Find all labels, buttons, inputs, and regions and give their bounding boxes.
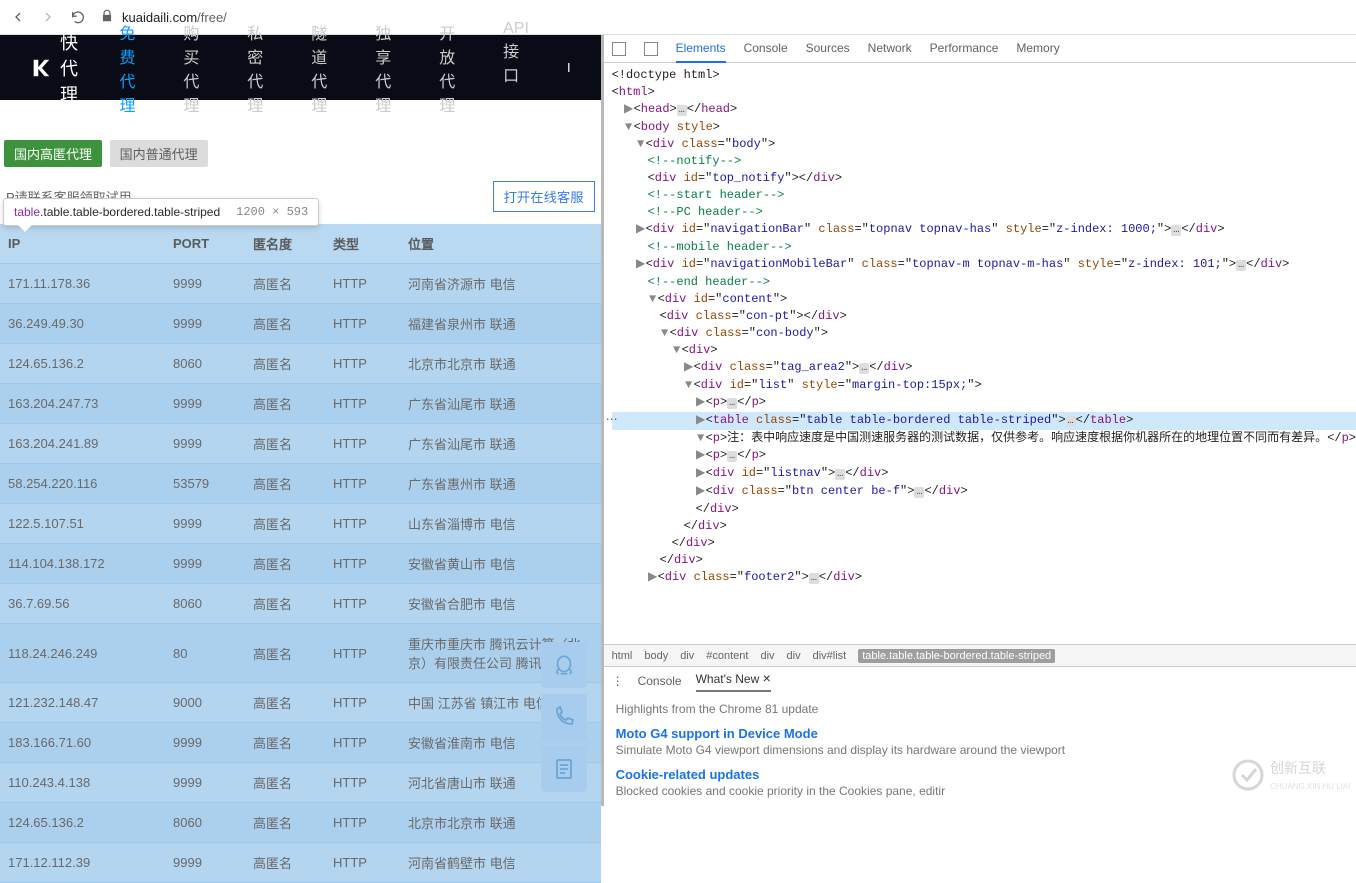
drawer-tabs: ⋮ Console What's New × xyxy=(604,666,1356,694)
breadcrumb-item[interactable]: table.table.table-bordered.table-striped xyxy=(858,649,1055,663)
dom-tree[interactable]: <!doctype html> <html> ▶<head>…</head> ▼… xyxy=(604,63,1356,644)
site-navbar: 快代理 免费代理购买代理私密代理隧道代理独享代理开放代理API接口 I xyxy=(0,35,601,100)
kebab-icon[interactable]: ⋮ xyxy=(612,674,624,688)
breadcrumb-item[interactable]: div xyxy=(680,650,694,662)
dom-breadcrumb[interactable]: htmlbodydiv#contentdivdivdiv#listtable.t… xyxy=(604,644,1356,666)
devtools-tab-network[interactable]: Network xyxy=(868,35,912,62)
col-header: 匿名度 xyxy=(245,224,325,264)
svg-text:CHUANG XIN HU LIAN: CHUANG XIN HU LIAN xyxy=(1270,782,1350,791)
col-header: 类型 xyxy=(325,224,400,264)
table-row: 121.232.148.479000高匿名HTTP中国 江苏省 镇江市 电信 xyxy=(0,683,601,723)
nav-item-6[interactable]: API接口 xyxy=(503,20,529,116)
page-viewport: 快代理 免费代理购买代理私密代理隧道代理独享代理开放代理API接口 I tabl… xyxy=(0,35,601,806)
tooltip-classes: .table.table-bordered.table-striped xyxy=(40,205,220,219)
table-row: 163.204.247.739999高匿名HTTP广东省汕尾市 联通 xyxy=(0,384,601,424)
nav-item-0[interactable]: 免费代理 xyxy=(119,20,145,116)
table-row: 36.7.69.568060高匿名HTTP安徽省合肥市 电信 xyxy=(0,584,601,624)
nav-item-4[interactable]: 独享代理 xyxy=(375,20,401,116)
table-row: 171.11.178.369999高匿名HTTP河南省济源市 电信 xyxy=(0,264,601,304)
devtools-tabs: Elements Console Sources Network Performance… xyxy=(604,35,1356,63)
breadcrumb-item[interactable]: html xyxy=(612,650,633,662)
close-icon[interactable]: × xyxy=(763,670,771,686)
release-link-2[interactable]: Cookie-related updates xyxy=(616,767,760,782)
tooltip-tag: table xyxy=(14,205,40,219)
col-header: 位置 xyxy=(400,224,601,264)
back-button[interactable] xyxy=(10,9,26,25)
table-row: 124.65.136.28060高匿名HTTP北京市北京市 联通 xyxy=(0,803,601,843)
breadcrumb-item[interactable]: body xyxy=(644,650,668,662)
devtools-tab-sources[interactable]: Sources xyxy=(806,35,850,62)
devtools-tab-memory[interactable]: Memory xyxy=(1016,35,1059,62)
devtools-panel: Elements Console Sources Network Performance… xyxy=(601,35,1356,806)
table-row: 183.166.71.609999高匿名HTTP安徽省淮南市 电信 xyxy=(0,723,601,763)
table-row: 124.65.136.28060高匿名HTTP北京市北京市 联通 xyxy=(0,344,601,384)
nav-overflow: I xyxy=(567,60,571,75)
breadcrumb-item[interactable]: div#list xyxy=(813,650,847,662)
nav-item-3[interactable]: 隧道代理 xyxy=(311,20,337,116)
breadcrumb-item[interactable]: div xyxy=(787,650,801,662)
svg-text:创新互联: 创新互联 xyxy=(1270,760,1326,776)
nav-item-2[interactable]: 私密代理 xyxy=(247,20,273,116)
device-icon[interactable] xyxy=(644,42,658,56)
release-link-1[interactable]: Moto G4 support in Device Mode xyxy=(616,726,818,741)
nav-item-5[interactable]: 开放代理 xyxy=(439,20,465,116)
lock-icon xyxy=(100,9,114,26)
phone-icon[interactable] xyxy=(541,694,587,740)
qq-icon[interactable] xyxy=(541,642,587,688)
drawer-tab-console[interactable]: Console xyxy=(638,674,682,688)
col-header: PORT xyxy=(165,224,245,264)
table-row: 58.254.220.11653579高匿名HTTP广东省惠州市 联通 xyxy=(0,464,601,504)
table-row: 36.249.49.309999高匿名HTTP福建省泉州市 联通 xyxy=(0,304,601,344)
table-row: 171.12.112.399999高匿名HTTP河南省鹤壁市 电信 xyxy=(0,843,601,883)
table-row: 110.243.4.1389999高匿名HTTP河北省唐山市 联通 xyxy=(0,763,601,803)
devtools-tab-console[interactable]: Console xyxy=(744,35,788,62)
table-row: 114.104.138.1729999高匿名HTTP安徽省黄山市 电信 xyxy=(0,544,601,584)
reload-button[interactable] xyxy=(70,9,86,25)
devtools-tab-elements[interactable]: Elements xyxy=(676,35,726,63)
selected-dom-node: ▶<table class="table table-bordered tabl… xyxy=(612,412,1356,430)
tooltip-dimensions: 1200 × 593 xyxy=(236,205,308,219)
proxy-table: IPPORT匿名度类型位置 171.11.178.369999高匿名HTTP河南… xyxy=(0,224,601,883)
tab-normal[interactable]: 国内普通代理 xyxy=(110,140,208,167)
drawer-tab-whatsnew[interactable]: What's New × xyxy=(696,670,771,692)
doc-icon[interactable] xyxy=(541,746,587,792)
element-inspect-tooltip: table.table.table-bordered.table-striped… xyxy=(3,198,319,226)
breadcrumb-item[interactable]: #content xyxy=(706,650,748,662)
logo-icon xyxy=(30,57,52,79)
inspect-icon[interactable] xyxy=(612,42,626,56)
devtools-tab-performance[interactable]: Performance xyxy=(930,35,999,62)
floating-actions xyxy=(541,642,587,792)
highlights-title: Highlights from the Chrome 81 update xyxy=(616,702,1344,716)
watermark-logo: 创新互联 CHUANG XIN HU LIAN xyxy=(1230,753,1350,800)
table-row: 118.24.246.24980高匿名HTTP重庆市重庆市 腾讯云计算（北京）有… xyxy=(0,624,601,683)
nav-item-1[interactable]: 购买代理 xyxy=(183,20,209,116)
table-row: 163.204.241.899999高匿名HTTP广东省汕尾市 联通 xyxy=(0,424,601,464)
forward-button[interactable] xyxy=(40,9,56,25)
breadcrumb-item[interactable]: div xyxy=(760,650,774,662)
brand-logo[interactable]: 快代理 xyxy=(30,29,81,107)
open-support-button[interactable]: 打开在线客服 xyxy=(493,181,595,212)
table-row: 122.5.107.519999高匿名HTTP山东省淄博市 电信 xyxy=(0,504,601,544)
tab-high-anon[interactable]: 国内高匿代理 xyxy=(4,140,102,167)
brand-text: 快代理 xyxy=(60,29,81,107)
